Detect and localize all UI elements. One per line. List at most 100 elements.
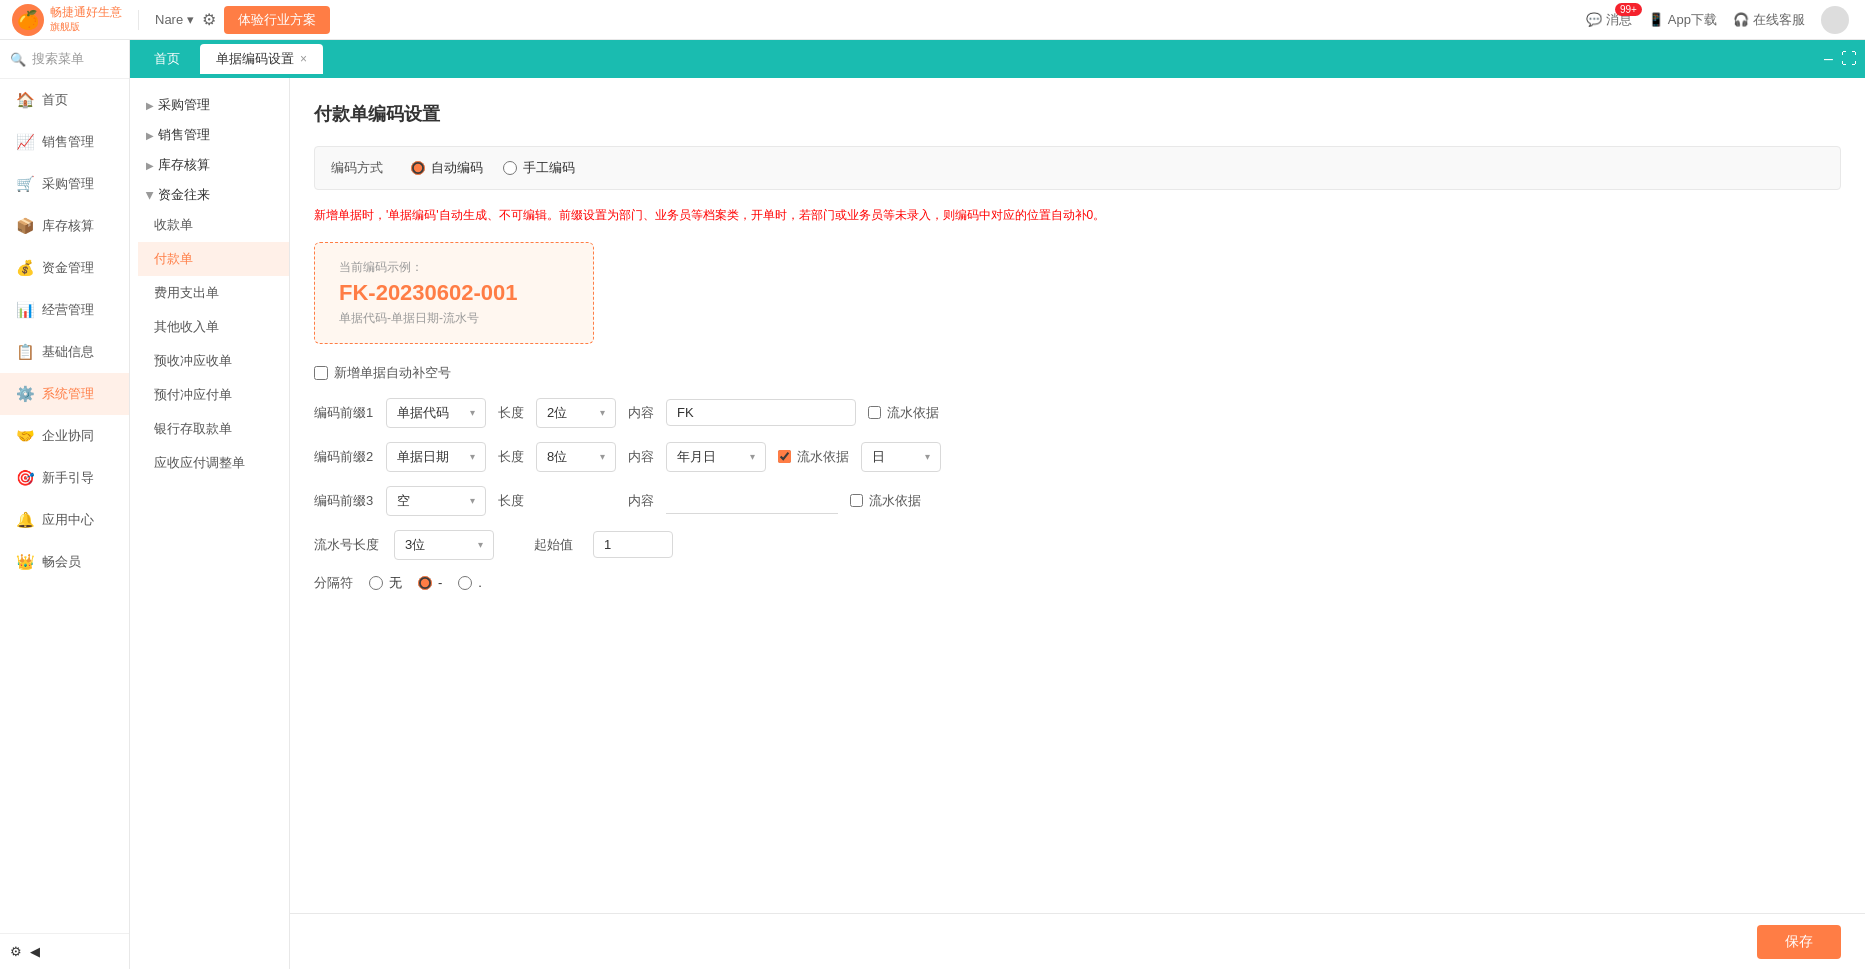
sep-dash-option[interactable]: - <box>418 575 442 590</box>
prefix1-content-input[interactable] <box>666 399 856 426</box>
start-value-label: 起始值 <box>534 536 573 554</box>
submenu-group-purchase[interactable]: ▶ 采购管理 <box>130 88 289 118</box>
sidebar-item-home[interactable]: 🏠 首页 <box>0 79 129 121</box>
auto-code-radio[interactable] <box>411 161 425 175</box>
separator-label: 分隔符 <box>314 574 353 592</box>
sep-none-option[interactable]: 无 <box>369 574 402 592</box>
user-info[interactable] <box>1821 6 1853 34</box>
submenu-item-expense[interactable]: 费用支出单 <box>138 276 289 310</box>
app-download-item[interactable]: 📱 App下载 <box>1648 11 1717 29</box>
manual-code-option[interactable]: 手工编码 <box>503 159 575 177</box>
sidebar-label-basic: 基础信息 <box>42 343 94 361</box>
sidebar-item-sales[interactable]: 📈 销售管理 <box>0 121 129 163</box>
tab-close-icon[interactable]: × <box>300 52 307 66</box>
prefix3-content-input[interactable] <box>666 488 838 514</box>
submenu-group-sales[interactable]: ▶ 销售管理 <box>130 118 289 148</box>
sidebar-label-purchase: 采购管理 <box>42 175 94 193</box>
submenu-item-expense-label: 费用支出单 <box>154 284 219 302</box>
sidebar-item-purchase[interactable]: 🛒 采购管理 <box>0 163 129 205</box>
prefix2-length-chevron: ▾ <box>600 451 605 462</box>
submenu-item-bank[interactable]: 银行存取款单 <box>138 412 289 446</box>
tab-home[interactable]: 首页 <box>138 44 196 74</box>
auto-code-label: 自动编码 <box>431 159 483 177</box>
submenu-group-sales-label: 销售管理 <box>158 126 210 144</box>
submenu-item-other-income[interactable]: 其他收入单 <box>138 310 289 344</box>
submenu-item-pre-receive[interactable]: 预收冲应收单 <box>138 344 289 378</box>
prefix3-select[interactable]: 空 ▾ <box>386 486 486 516</box>
sidebar-item-basic[interactable]: 📋 基础信息 <box>0 331 129 373</box>
main-layout: 🔍 搜索菜单 🏠 首页 📈 销售管理 🛒 采购管理 📦 库存核算 💰 <box>0 40 1865 969</box>
sidebar-item-operations[interactable]: 📊 经营管理 <box>0 289 129 331</box>
sidebar-item-guide[interactable]: 🎯 新手引导 <box>0 457 129 499</box>
save-button[interactable]: 保存 <box>1757 925 1841 959</box>
sidebar-item-inventory[interactable]: 📦 库存核算 <box>0 205 129 247</box>
submenu-item-adjust[interactable]: 应收应付调整单 <box>138 446 289 480</box>
sub-menu: ▶ 采购管理 ▶ 销售管理 ▶ 库存核算 ▶ 资金往来 收款单 <box>130 78 290 969</box>
sidebar-label-system: 系统管理 <box>42 385 94 403</box>
sidebar-collapse-icon[interactable]: ◀ <box>30 944 40 959</box>
logo-sub: 旗舰版 <box>50 20 122 34</box>
bottom-bar: 保存 <box>290 913 1865 969</box>
prefix2-stream-checkbox[interactable] <box>778 450 791 463</box>
prefix1-length-select[interactable]: 2位 ▾ <box>536 398 616 428</box>
right-panel: 付款单编码设置 编码方式 自动编码 手工编码 <box>290 78 1865 969</box>
collab-icon: 🤝 <box>16 427 34 445</box>
auto-fill-checkbox[interactable] <box>314 366 328 380</box>
minimize-icon[interactable]: – <box>1824 50 1833 68</box>
coding-method-radio-group: 编码方式 自动编码 手工编码 <box>314 146 1841 190</box>
submenu-item-receipt[interactable]: 收款单 <box>138 208 289 242</box>
sidebar-label-home: 首页 <box>42 91 68 109</box>
sidebar-settings-icon[interactable]: ⚙ <box>10 944 22 959</box>
sep-none-radio[interactable] <box>369 576 383 590</box>
settings-icon[interactable]: ⚙ <box>202 10 216 29</box>
sidebar-menu: 🏠 首页 📈 销售管理 🛒 采购管理 📦 库存核算 💰 资金管理 📊 经 <box>0 79 129 933</box>
online-service-item[interactable]: 🎧 在线客服 <box>1733 11 1805 29</box>
maximize-icon[interactable]: ⛶ <box>1841 50 1857 68</box>
prefix1-select[interactable]: 单据代码 ▾ <box>386 398 486 428</box>
sidebar-item-member[interactable]: 👑 畅会员 <box>0 541 129 583</box>
sidebar-item-collab[interactable]: 🤝 企业协同 <box>0 415 129 457</box>
sidebar-item-system[interactable]: ⚙️ 系统管理 <box>0 373 129 415</box>
company-dropdown[interactable]: Nare ▾ <box>155 12 194 27</box>
submenu-group-cashflow-label: 资金往来 <box>158 186 210 204</box>
online-service-label: 在线客服 <box>1753 11 1805 29</box>
prefix1-stream-checkbox[interactable] <box>868 406 881 419</box>
sidebar-item-appcenter[interactable]: 🔔 应用中心 <box>0 499 129 541</box>
inventory-icon: 📦 <box>16 217 34 235</box>
prefix2-stream-unit-select[interactable]: 日 ▾ <box>861 442 941 472</box>
sidebar-label-finance: 资金管理 <box>42 259 94 277</box>
prefix2-length-value: 8位 <box>547 448 567 466</box>
sidebar-item-finance[interactable]: 💰 资金管理 <box>0 247 129 289</box>
prefix2-length-select[interactable]: 8位 ▾ <box>536 442 616 472</box>
chevron-right-icon: ▶ <box>146 100 154 111</box>
sep-dash-radio[interactable] <box>418 576 432 590</box>
submenu-group-purchase-label: 采购管理 <box>158 96 210 114</box>
start-value-input[interactable] <box>593 531 673 558</box>
submenu-item-pre-pay[interactable]: 预付冲应付单 <box>138 378 289 412</box>
serial-length-select[interactable]: 3位 ▾ <box>394 530 494 560</box>
tab-doc-code-settings[interactable]: 单据编码设置 × <box>200 44 323 74</box>
sidebar: 🔍 搜索菜单 🏠 首页 📈 销售管理 🛒 采购管理 📦 库存核算 💰 <box>0 40 130 969</box>
manual-code-radio[interactable] <box>503 161 517 175</box>
submenu-item-payment[interactable]: 付款单 <box>138 242 289 276</box>
code-example-box: 当前编码示例： FK-20230602-001 单据代码-单据日期-流水号 <box>314 242 594 344</box>
tab-active-label: 单据编码设置 <box>216 50 294 68</box>
prefix2-select[interactable]: 单据日期 ▾ <box>386 442 486 472</box>
submenu-item-receipt-label: 收款单 <box>154 216 193 234</box>
message-badge-item[interactable]: 💬 消息 99+ <box>1586 11 1632 29</box>
auto-code-option[interactable]: 自动编码 <box>411 159 483 177</box>
prefix2-content-select[interactable]: 年月日 ▾ <box>666 442 766 472</box>
submenu-group-cashflow[interactable]: ▶ 资金往来 <box>130 178 289 208</box>
prefix3-stream-checkbox[interactable] <box>850 494 863 507</box>
submenu-group-stock-label: 库存核算 <box>158 156 210 174</box>
sep-dot-option[interactable]: . <box>458 575 482 590</box>
sep-dot-radio[interactable] <box>458 576 472 590</box>
coding-method-label: 编码方式 <box>331 159 383 177</box>
search-menu-item[interactable]: 🔍 搜索菜单 <box>0 40 129 79</box>
sidebar-label-sales: 销售管理 <box>42 133 94 151</box>
submenu-group-stock[interactable]: ▶ 库存核算 <box>130 148 289 178</box>
prefix2-select-value: 单据日期 <box>397 448 449 466</box>
trial-button[interactable]: 体验行业方案 <box>224 6 330 34</box>
logo: 🍊 畅捷通好生意 旗舰版 <box>12 4 122 36</box>
separator-row: 分隔符 无 - . <box>314 574 1841 592</box>
